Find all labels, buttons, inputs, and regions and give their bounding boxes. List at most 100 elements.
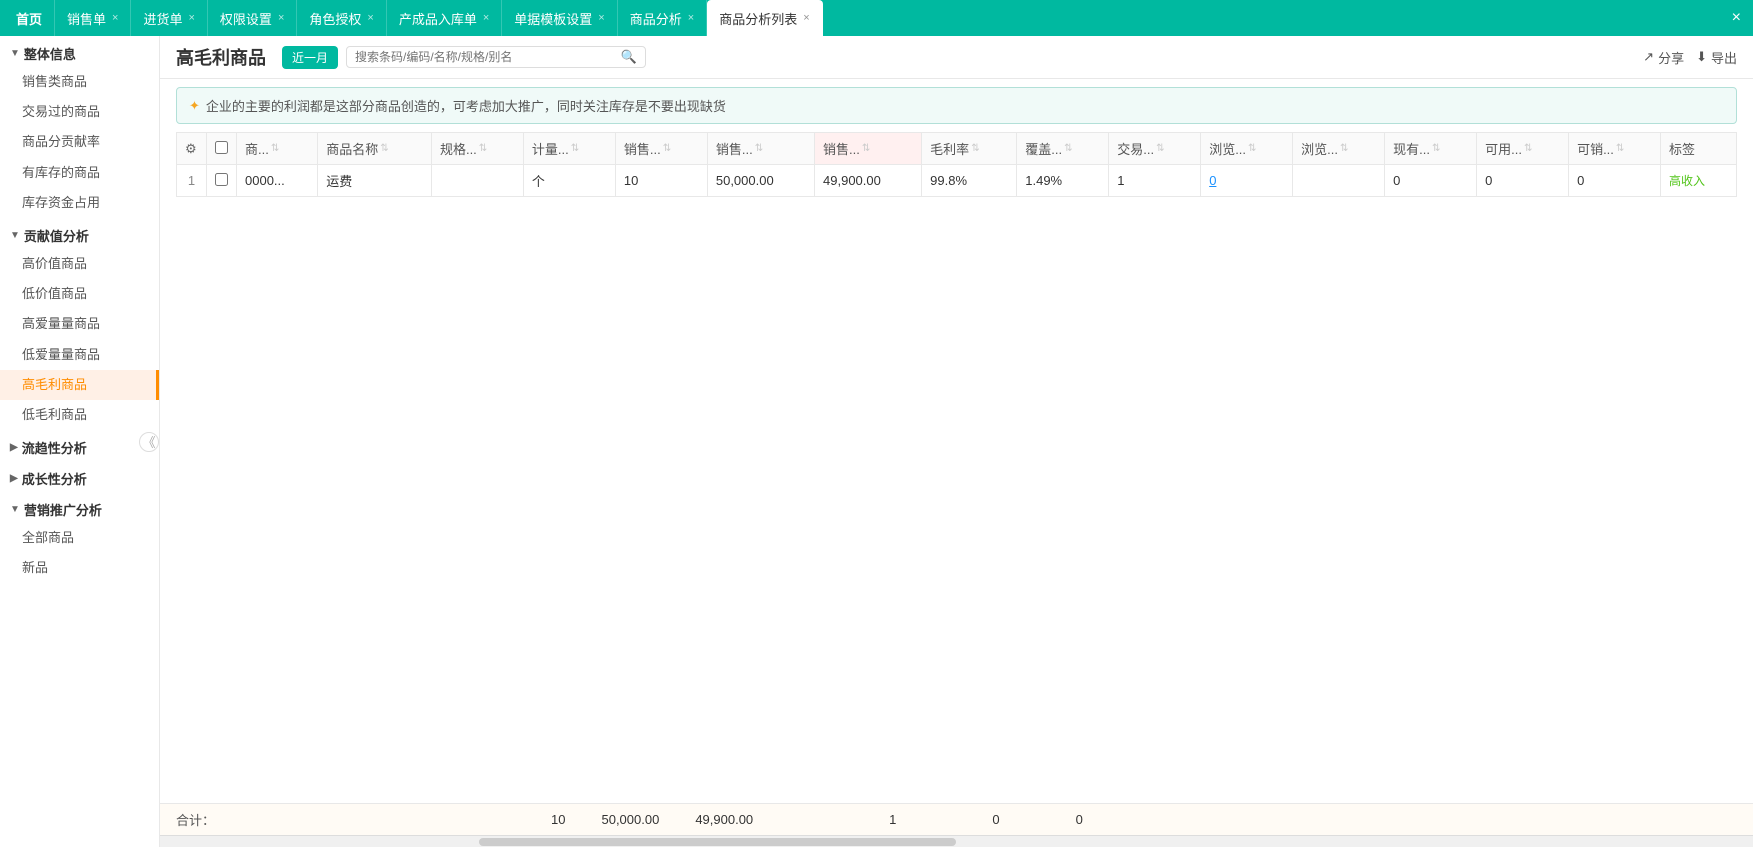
sort-icon-saleable: ⇅ <box>1616 143 1624 154</box>
footer-label: 合计： <box>176 810 215 829</box>
data-table: ⚙ 商... ⇅ 商品名称 <box>176 132 1737 197</box>
table-container[interactable]: ⚙ 商... ⇅ 商品名称 <box>160 132 1753 803</box>
tag-label: 高收入 <box>1669 174 1705 188</box>
footer-available: 0 <box>1076 812 1083 827</box>
sidebar-item-contribution-rate[interactable]: 商品分贡献率 <box>0 127 159 157</box>
sidebar-item-low-value[interactable]: 低价值商品 <box>0 279 159 309</box>
sort-icon-qty: ⇅ <box>663 143 671 154</box>
sort-icon-margin: ⇅ <box>971 143 979 154</box>
tab-template[interactable]: 单据模板设置 × <box>502 0 617 36</box>
sidebar-item-sales-goods[interactable]: 销售类商品 <box>0 67 159 97</box>
sidebar-item-high-value[interactable]: 高价值商品 <box>0 249 159 279</box>
tab-analysis[interactable]: 商品分析 × <box>618 0 707 36</box>
tab-role-close[interactable]: × <box>367 12 373 24</box>
search-box: 🔍 <box>346 46 646 68</box>
table-header-row: ⚙ 商... ⇅ 商品名称 <box>177 133 1737 165</box>
sidebar-item-high-margin[interactable]: 高毛利商品 <box>0 370 159 400</box>
col-sales-qty[interactable]: 销售... ⇅ <box>615 133 707 165</box>
cell-checkbox[interactable] <box>207 165 237 197</box>
col-checkbox[interactable] <box>207 133 237 165</box>
sidebar-item-all-goods[interactable]: 全部商品 <box>0 523 159 553</box>
info-text: 企业的主要的利润都是这部分商品创造的，可考虑加大推广，同时关注库存是不要出现缺货 <box>206 96 726 115</box>
share-button[interactable]: ↗ 分享 <box>1643 48 1684 67</box>
sidebar-item-stock-capital[interactable]: 库存资金占用 <box>0 188 159 218</box>
tab-home[interactable]: 首页 <box>4 0 55 36</box>
horizontal-scrollbar[interactable] <box>160 835 1753 847</box>
tab-purchase[interactable]: 进货单 × <box>131 0 207 36</box>
tab-product-entry-close[interactable]: × <box>483 12 489 24</box>
top-navigation: 首页 销售单 × 进货单 × 权限设置 × 角色授权 × 产成品入库单 × 单据… <box>0 0 1753 36</box>
col-trade[interactable]: 交易... ⇅ <box>1109 133 1201 165</box>
row-checkbox[interactable] <box>215 173 228 186</box>
cell-view2 <box>1293 165 1385 197</box>
sidebar-section-contribution[interactable]: ▼ 贡献值分析 <box>0 218 159 249</box>
sort-icon-available: ⇅ <box>1524 143 1532 154</box>
content-area: 高毛利商品 近一月 🔍 ↗ 分享 ⬇ 导出 ✦ 企业的主要的利润都是这部分商品创… <box>160 36 1753 847</box>
col-tag[interactable]: 标签 <box>1661 133 1737 165</box>
sidebar-section-growth[interactable]: ▶ 成长性分析 <box>0 461 159 492</box>
arrow-icon: ▼ <box>10 48 20 59</box>
sort-icon-amount: ⇅ <box>755 143 763 154</box>
tab-sales-close[interactable]: × <box>112 12 118 24</box>
sidebar-item-traded-goods[interactable]: 交易过的商品 <box>0 97 159 127</box>
cell-sales-profit: 49,900.00 <box>815 165 922 197</box>
tab-analysis-list-label: 商品分析列表 <box>719 9 797 28</box>
cell-view1[interactable]: 0 <box>1201 165 1293 197</box>
sidebar-item-stock-goods[interactable]: 有库存的商品 <box>0 158 159 188</box>
tab-permission[interactable]: 权限设置 × <box>208 0 297 36</box>
col-current-stock[interactable]: 现有... ⇅ <box>1385 133 1477 165</box>
col-settings[interactable]: ⚙ <box>177 133 207 165</box>
tab-analysis-label: 商品分析 <box>630 9 682 28</box>
sort-icon-unit: ⇅ <box>571 143 579 154</box>
cell-saleable: 0 <box>1569 165 1661 197</box>
col-name[interactable]: 商品名称 ⇅ <box>318 133 432 165</box>
sort-icon-name: ⇅ <box>380 143 388 154</box>
cell-num: 1 <box>177 165 207 197</box>
tab-purchase-label: 进货单 <box>143 9 182 28</box>
sidebar-section-marketing[interactable]: ▼ 营销推广分析 <box>0 492 159 523</box>
search-input[interactable] <box>355 50 621 64</box>
sidebar-item-low-margin[interactable]: 低毛利商品 <box>0 400 159 430</box>
col-unit[interactable]: 计量... ⇅ <box>523 133 615 165</box>
tab-purchase-close[interactable]: × <box>188 12 194 24</box>
cell-name: 运费 <box>318 165 432 197</box>
cell-available: 0 <box>1477 165 1569 197</box>
tab-permission-close[interactable]: × <box>278 12 284 24</box>
tab-analysis-list-close[interactable]: × <box>803 12 809 24</box>
search-icon[interactable]: 🔍 <box>621 49 637 65</box>
col-saleable[interactable]: 可销... ⇅ <box>1569 133 1661 165</box>
tab-sales-label: 销售单 <box>67 9 106 28</box>
sidebar-collapse-button[interactable]: 《 <box>139 432 159 452</box>
col-available[interactable]: 可用... ⇅ <box>1477 133 1569 165</box>
export-button[interactable]: ⬇ 导出 <box>1696 48 1737 67</box>
sidebar-section-overview[interactable]: ▼ 整体信息 <box>0 36 159 67</box>
filter-button[interactable]: 近一月 <box>282 46 338 69</box>
sidebar-item-low-freq[interactable]: 低爱量量商品 <box>0 340 159 370</box>
tab-permission-label: 权限设置 <box>220 9 272 28</box>
page-title: 高毛利商品 <box>176 44 266 70</box>
tab-analysis-close[interactable]: × <box>688 12 694 24</box>
sidebar-section-trend[interactable]: ▶ 流趋性分析 <box>0 430 159 461</box>
table-footer: 合计： 10 50,000.00 49,900.00 1 0 0 <box>160 803 1753 835</box>
col-view1[interactable]: 浏览... ⇅ <box>1201 133 1293 165</box>
select-all-checkbox[interactable] <box>215 141 228 154</box>
cell-sales-qty: 10 <box>615 165 707 197</box>
col-sales-amount[interactable]: 销售... ⇅ <box>707 133 814 165</box>
close-all-button[interactable]: × <box>1724 9 1749 27</box>
col-spec[interactable]: 规格... ⇅ <box>431 133 523 165</box>
sidebar-item-new-goods[interactable]: 新品 <box>0 553 159 583</box>
col-sales-profit[interactable]: 销售... ⇅ <box>815 133 922 165</box>
tab-sales[interactable]: 销售单 × <box>55 0 131 36</box>
share-icon: ↗ <box>1643 49 1654 65</box>
cell-gross-margin: 99.8% <box>922 165 1017 197</box>
sidebar-item-high-freq[interactable]: 高爱量量商品 <box>0 309 159 339</box>
tab-product-entry[interactable]: 产成品入库单 × <box>387 0 502 36</box>
col-coverage[interactable]: 覆盖... ⇅ <box>1017 133 1109 165</box>
tab-template-label: 单据模板设置 <box>514 9 592 28</box>
col-id[interactable]: 商... ⇅ <box>237 133 318 165</box>
tab-analysis-list[interactable]: 商品分析列表 × <box>707 0 822 36</box>
tab-role[interactable]: 角色授权 × <box>297 0 386 36</box>
tab-template-close[interactable]: × <box>598 12 604 24</box>
col-view2[interactable]: 浏览... ⇅ <box>1293 133 1385 165</box>
col-margin[interactable]: 毛利率 ⇅ <box>922 133 1017 165</box>
